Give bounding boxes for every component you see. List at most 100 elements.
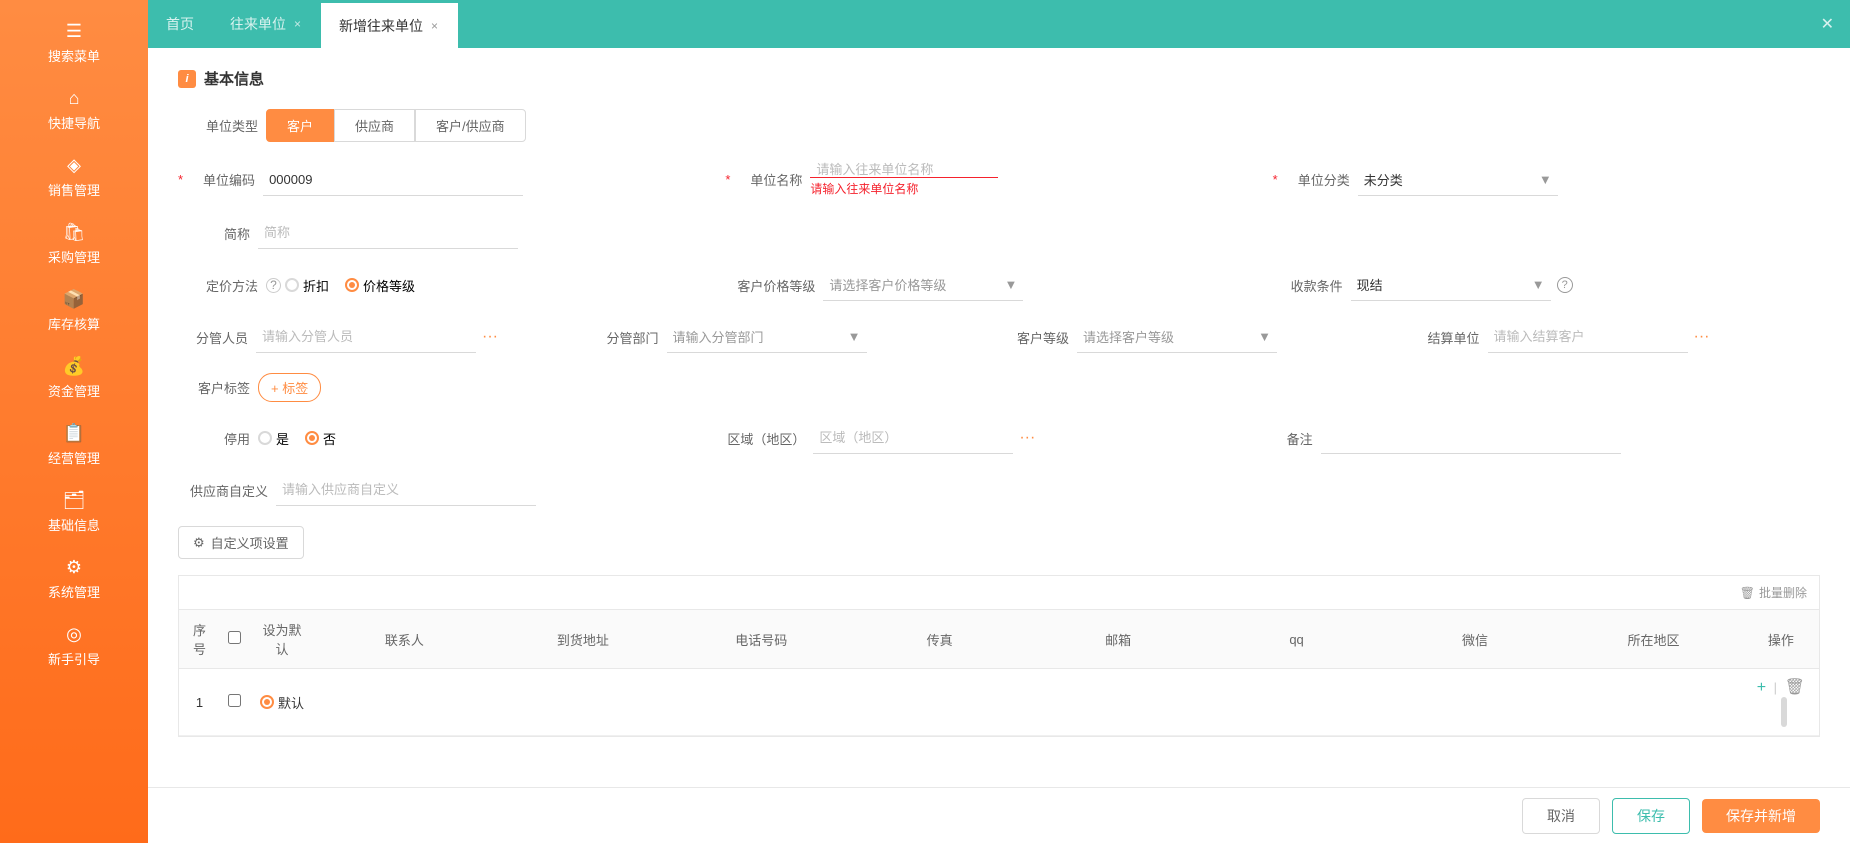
pricing-radio-discount[interactable]: 折扣 <box>285 276 329 295</box>
footer-bar: 取消 保存 保存并新增 <box>148 787 1850 843</box>
sidebar-item-inventory[interactable]: 📦 库存核算 <box>0 276 148 343</box>
contact-input[interactable] <box>323 695 485 710</box>
row-contact[interactable] <box>315 669 493 736</box>
unit-name-input[interactable] <box>810 162 998 178</box>
col-email: 邮箱 <box>1029 610 1207 669</box>
wechat-input[interactable] <box>1394 695 1556 710</box>
table-header-row: 🗑 批量删除 <box>179 576 1819 610</box>
default-radio-circle <box>260 695 274 709</box>
save-new-button[interactable]: 保存并新增 <box>1702 799 1820 833</box>
unit-code-input[interactable] <box>263 164 523 196</box>
phone-input[interactable] <box>680 695 842 710</box>
select-all-checkbox[interactable] <box>228 631 241 644</box>
type-btn-both[interactable]: 客户/供应商 <box>415 109 526 142</box>
row-select-checkbox[interactable] <box>228 694 241 707</box>
tab-new-trading-partner[interactable]: 新增往来单位 × <box>321 0 458 48</box>
sidebar-item-quick-nav[interactable]: ⌂ 快捷导航 <box>0 75 148 142</box>
row-fax[interactable] <box>850 669 1028 736</box>
tab-close-new-trading-partner[interactable]: × <box>429 17 440 35</box>
row-email[interactable] <box>1029 669 1207 736</box>
customer-price-level-field: 客户价格等级 请选择客户价格等级 ▼ <box>725 269 1272 301</box>
level-radio-circle <box>345 278 359 292</box>
supplier-custom-input[interactable] <box>276 474 536 506</box>
manager-more-btn[interactable]: ··· <box>476 328 504 346</box>
sidebar-item-purchase-mgmt[interactable]: 🛍 采购管理 <box>0 209 148 276</box>
tab-trading-partner[interactable]: 往来单位 × <box>212 0 321 48</box>
custom-settings-button[interactable]: ⚙ 自定义项设置 <box>178 526 304 559</box>
settlement-more-btn[interactable]: ··· <box>1688 328 1716 346</box>
department-select[interactable]: 请输入分管部门 ▼ <box>667 321 867 353</box>
short-name-label: 简称 <box>178 224 250 243</box>
row-phone[interactable] <box>672 669 850 736</box>
type-btn-customer[interactable]: 客户 <box>266 109 334 142</box>
add-row-button[interactable]: + <box>1757 679 1766 696</box>
save-button[interactable]: 保存 <box>1612 798 1690 834</box>
settlement-unit-input[interactable] <box>1488 321 1688 353</box>
del-row-button[interactable]: 🗑 <box>1785 679 1805 696</box>
sidebar-item-operations[interactable]: 📋 经营管理 <box>0 410 148 477</box>
email-input[interactable] <box>1037 695 1199 710</box>
row-seq: 1 <box>179 669 220 736</box>
tab-close-trading-partner[interactable]: × <box>292 15 303 33</box>
disabled-radio-yes[interactable]: 是 <box>258 429 289 448</box>
sidebar-item-label: 销售管理 <box>48 180 100 199</box>
pricing-row: 定价方法 ? 折扣 价格等级 客户价格等级 请选择客户价格等级 <box>178 269 1820 301</box>
drag-handle[interactable] <box>1781 697 1787 727</box>
customer-price-level-label: 客户价格等级 <box>725 276 815 295</box>
fax-input[interactable] <box>858 695 1020 710</box>
customer-level-label: 客户等级 <box>999 328 1069 347</box>
row-region-input[interactable] <box>1572 695 1734 710</box>
row-qq[interactable] <box>1207 669 1386 736</box>
unit-category-select[interactable]: 未分类 ▼ <box>1358 164 1558 196</box>
region-more-btn[interactable]: ··· <box>1013 429 1041 447</box>
main-area: 首页 往来单位 × 新增往来单位 × ✕ i 基本信息 单位类型 客户 供应商 … <box>148 0 1850 843</box>
address-input[interactable] <box>502 695 664 710</box>
pricing-help-icon[interactable]: ? <box>266 278 281 293</box>
tab-bar-close-icon[interactable]: ✕ <box>1821 14 1834 34</box>
dept-chevron: ▼ <box>848 329 861 344</box>
table-header: 序号 设为默认 联系人 到货地址 电话号码 传真 邮箱 qq 微信 所在地区 操… <box>179 610 1819 669</box>
manager-row: 分管人员 ··· 分管部门 请输入分管部门 ▼ 客户等级 请选择客户等级 ▼ 结… <box>178 321 1820 353</box>
short-name-input[interactable] <box>258 217 518 249</box>
col-address: 到货地址 <box>494 610 672 669</box>
type-btn-supplier[interactable]: 供应商 <box>334 109 415 142</box>
sidebar-item-basic-info[interactable]: 🗂 基础信息 <box>0 477 148 544</box>
pricing-radio-level[interactable]: 价格等级 <box>345 276 415 295</box>
batch-delete-button[interactable]: 🗑 批量删除 <box>1740 584 1807 601</box>
sidebar-item-sys-mgmt[interactable]: ⚙ 系统管理 <box>0 544 148 611</box>
default-radio-item[interactable]: 默认 <box>257 693 307 712</box>
col-qq: qq <box>1207 610 1386 669</box>
payment-terms-help-icon[interactable]: ? <box>1557 277 1573 293</box>
payment-terms-select[interactable]: 现结 ▼ <box>1351 269 1551 301</box>
qq-input[interactable] <box>1215 695 1378 710</box>
col-region: 所在地区 <box>1564 610 1742 669</box>
tab-home[interactable]: 首页 <box>148 0 212 48</box>
settlement-unit-label: 结算单位 <box>1410 328 1480 347</box>
row-region[interactable] <box>1564 669 1742 736</box>
add-tag-button[interactable]: + 标签 <box>258 373 321 402</box>
sidebar-item-finance[interactable]: 💰 资金管理 <box>0 343 148 410</box>
remark-input[interactable] <box>1321 422 1621 454</box>
manager-field: 分管人员 ··· <box>178 321 589 353</box>
contact-table-section: 🗑 批量删除 序号 设为默认 联系人 到货地址 电话号码 传真 邮箱 qq <box>178 575 1820 737</box>
sidebar-item-search-menu[interactable]: ☰ 搜索菜单 <box>0 8 148 75</box>
sidebar-item-sales-mgmt[interactable]: ◈ 销售管理 <box>0 142 148 209</box>
unit-category-field: * 单位分类 未分类 ▼ <box>1273 164 1820 196</box>
region-input[interactable] <box>813 422 1013 454</box>
col-checkbox <box>220 610 249 669</box>
manager-input[interactable] <box>256 321 476 353</box>
disabled-radio-group: 是 否 <box>258 429 336 448</box>
disabled-radio-no[interactable]: 否 <box>305 429 336 448</box>
sidebar-item-label: 基础信息 <box>48 515 100 534</box>
disabled-yes-circle <box>258 431 272 445</box>
unit-name-wrapper: 请输入往来单位名称 <box>810 162 998 197</box>
customer-price-level-select[interactable]: 请选择客户价格等级 ▼ <box>823 269 1023 301</box>
sidebar-item-new-guide[interactable]: ◎ 新手引导 <box>0 611 148 678</box>
row-wechat[interactable] <box>1386 669 1564 736</box>
unit-type-field: 单位类型 客户 供应商 客户/供应商 <box>178 109 1820 142</box>
sidebar-item-label: 快捷导航 <box>48 113 100 132</box>
customer-level-select[interactable]: 请选择客户等级 ▼ <box>1077 321 1277 353</box>
cancel-button[interactable]: 取消 <box>1522 798 1600 834</box>
row-address[interactable] <box>494 669 672 736</box>
sidebar-item-label: 搜索菜单 <box>48 46 100 65</box>
